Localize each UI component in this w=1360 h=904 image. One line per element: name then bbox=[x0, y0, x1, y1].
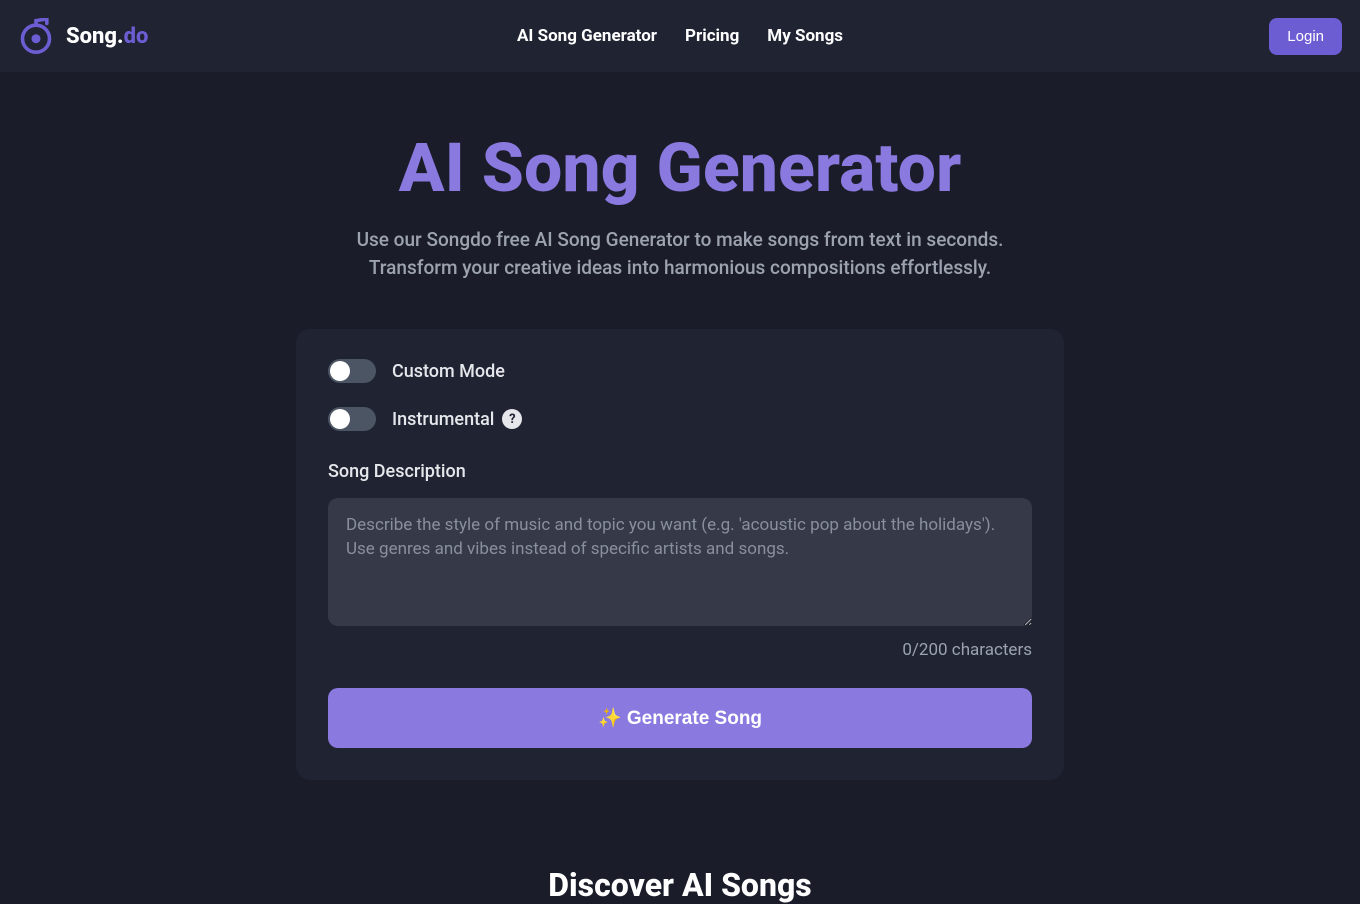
custom-mode-toggle[interactable] bbox=[328, 359, 376, 383]
instrumental-row: Instrumental ? bbox=[328, 407, 1032, 431]
instrumental-toggle[interactable] bbox=[328, 407, 376, 431]
song-description-input[interactable] bbox=[328, 498, 1032, 626]
instrumental-label: Instrumental ? bbox=[392, 409, 522, 430]
help-icon[interactable]: ? bbox=[502, 409, 522, 429]
page-title: AI Song Generator bbox=[0, 128, 1360, 208]
nav-ai-song-generator[interactable]: AI Song Generator bbox=[517, 26, 657, 46]
generate-song-button[interactable]: ✨ Generate Song bbox=[328, 688, 1032, 748]
nav-center: AI Song Generator Pricing My Songs bbox=[517, 26, 843, 46]
custom-mode-row: Custom Mode bbox=[328, 359, 1032, 383]
logo-section[interactable]: Song.do bbox=[18, 18, 148, 54]
toggle-knob bbox=[330, 361, 350, 381]
page-subtitle: Use our Songdo free AI Song Generator to… bbox=[0, 226, 1360, 281]
discover-title: Discover AI Songs bbox=[0, 866, 1360, 904]
logo-text: Song.do bbox=[66, 24, 148, 49]
toggle-knob bbox=[330, 409, 350, 429]
char-count: 0/200 characters bbox=[328, 640, 1032, 660]
nav-pricing[interactable]: Pricing bbox=[685, 26, 739, 46]
hero-section: AI Song Generator Use our Songdo free AI… bbox=[0, 72, 1360, 281]
header: Song.do AI Song Generator Pricing My Son… bbox=[0, 0, 1360, 72]
generator-form-card: Custom Mode Instrumental ? Song Descript… bbox=[296, 329, 1064, 780]
custom-mode-label: Custom Mode bbox=[392, 361, 505, 382]
music-disc-icon bbox=[18, 18, 54, 54]
nav-my-songs[interactable]: My Songs bbox=[767, 26, 843, 46]
login-button[interactable]: Login bbox=[1269, 18, 1342, 55]
song-description-label: Song Description bbox=[328, 461, 1032, 482]
